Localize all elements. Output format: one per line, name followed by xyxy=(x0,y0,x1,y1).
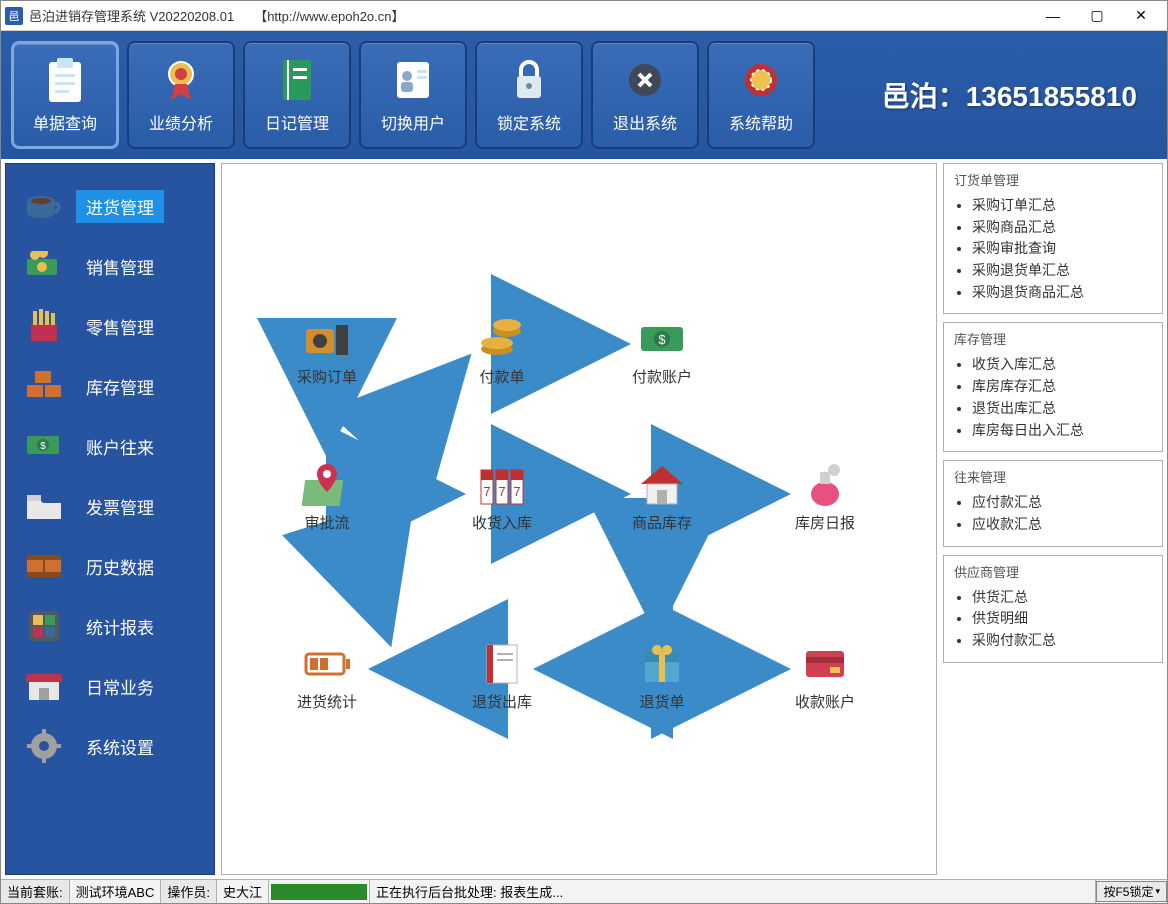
house-icon xyxy=(637,460,687,510)
node-purchase-order[interactable]: 采购订单 xyxy=(282,314,372,387)
map-pin-icon xyxy=(302,460,352,510)
gift-icon xyxy=(637,639,687,689)
medal-icon xyxy=(157,56,205,104)
rlink[interactable]: 采购退货商品汇总 xyxy=(972,282,1162,304)
money-icon xyxy=(24,246,64,286)
sidebar-item-settings[interactable]: 系统设置 xyxy=(6,716,214,776)
chip-icon xyxy=(737,56,785,104)
window-title: 邑泊进销存管理系统 V20220208.01 xyxy=(29,6,234,25)
rgroup-transaction: 往来管理 应付款汇总 应收款汇总 xyxy=(943,460,1163,546)
clipboard-icon xyxy=(41,56,89,104)
toolbar-exit-button[interactable]: 退出系统 xyxy=(591,41,699,149)
node-approval-flow[interactable]: 审批流 xyxy=(282,460,372,533)
perfume-icon xyxy=(800,460,850,510)
statusbar: 当前套账: 测试环境ABC 操作员: 史大江 正在执行后台批处理: 报表生成..… xyxy=(1,879,1167,903)
sidebar-item-history[interactable]: 历史数据 xyxy=(6,536,214,596)
node-warehouse-daily[interactable]: 库房日报 xyxy=(780,460,870,533)
bill-icon: $ xyxy=(637,314,687,364)
rlink[interactable]: 应收款汇总 xyxy=(972,514,1162,536)
svg-text:$: $ xyxy=(40,441,46,452)
status-task: 正在执行后台批处理: 报表生成... xyxy=(370,880,1096,903)
toolbar-lock-button[interactable]: 锁定系统 xyxy=(475,41,583,149)
node-goods-stock[interactable]: 商品库存 xyxy=(617,460,707,533)
status-operator-value: 史大江 xyxy=(217,880,269,903)
sidebar-item-stock[interactable]: 库存管理 xyxy=(6,356,214,416)
window-url: 【http://www.epoh2o.cn】 xyxy=(254,6,404,25)
user-badge-icon xyxy=(389,56,437,104)
titlebar: 邑 邑泊进销存管理系统 V20220208.01 【http://www.epo… xyxy=(1,1,1167,31)
rlink[interactable]: 采购审批查询 xyxy=(972,238,1162,260)
right-panel: 订货单管理 采购订单汇总 采购商品汇总 采购审批查询 采购退货单汇总 采购退货商… xyxy=(943,163,1163,875)
shop-icon xyxy=(24,666,64,706)
rlink[interactable]: 退货出库汇总 xyxy=(972,398,1162,420)
progress-bar xyxy=(271,884,367,900)
svg-text:7: 7 xyxy=(513,484,520,499)
toolbar-diary-button[interactable]: 日记管理 xyxy=(243,41,351,149)
rlink[interactable]: 采购付款汇总 xyxy=(972,630,1162,652)
book-icon xyxy=(273,56,321,104)
calendar-icon: 777 xyxy=(477,460,527,510)
rlink[interactable]: 采购退货单汇总 xyxy=(972,260,1162,282)
film-icon xyxy=(24,546,64,586)
folder-icon xyxy=(24,486,64,526)
cup-icon xyxy=(24,186,64,226)
sidebar-item-daily[interactable]: 日常业务 xyxy=(6,656,214,716)
node-receive-in[interactable]: 777 收货入库 xyxy=(457,460,547,533)
sidebar-item-account[interactable]: $ 账户往来 xyxy=(6,416,214,476)
toolbar-help-button[interactable]: 系统帮助 xyxy=(707,41,815,149)
status-account-value: 测试环境ABC xyxy=(70,880,162,903)
toolbar-query-button[interactable]: 单据查询 xyxy=(11,41,119,149)
rlink[interactable]: 库房库存汇总 xyxy=(972,376,1162,398)
status-operator-label: 操作员: xyxy=(161,880,217,903)
fries-icon xyxy=(24,306,64,346)
cash-icon: $ xyxy=(24,426,64,466)
sidebar-item-sales[interactable]: 销售管理 xyxy=(6,236,214,296)
minimize-button[interactable]: — xyxy=(1031,2,1075,30)
node-purchase-stats[interactable]: 进货统计 xyxy=(282,639,372,712)
sidebar: 进货管理 销售管理 零售管理 库存管理 $ 账户往来 发票管理 历史数据 统计报 xyxy=(5,163,215,875)
battery-icon xyxy=(302,639,352,689)
node-collect-account[interactable]: 收款账户 xyxy=(780,639,870,712)
rgroup-stock: 库存管理 收货入库汇总 库房库存汇总 退货出库汇总 库房每日出入汇总 xyxy=(943,322,1163,452)
sidebar-item-report[interactable]: 统计报表 xyxy=(6,596,214,656)
rlink[interactable]: 采购订单汇总 xyxy=(972,195,1162,217)
camera-icon xyxy=(302,314,352,364)
close-button[interactable]: ✕ xyxy=(1119,2,1163,30)
node-return-bill[interactable]: 退货单 xyxy=(617,639,707,712)
svg-text:7: 7 xyxy=(498,484,505,499)
rlink[interactable]: 供货汇总 xyxy=(972,587,1162,609)
close-circle-icon xyxy=(621,56,669,104)
brand-phone: 邑泊：13651855810 xyxy=(882,75,1157,115)
rlink[interactable]: 收货入库汇总 xyxy=(972,354,1162,376)
node-return-out[interactable]: 退货出库 xyxy=(457,639,547,712)
maximize-button[interactable]: ▢ xyxy=(1075,2,1119,30)
wallet-icon xyxy=(800,639,850,689)
lock-icon xyxy=(505,56,553,104)
coins-icon xyxy=(477,314,527,364)
app-icon: 邑 xyxy=(5,7,23,25)
node-payment-bill[interactable]: 付款单 xyxy=(457,314,547,387)
boxes-icon xyxy=(24,366,64,406)
notebook-icon xyxy=(477,639,527,689)
rlink[interactable]: 供货明细 xyxy=(972,608,1162,630)
rlink[interactable]: 应付款汇总 xyxy=(972,492,1162,514)
rgroup-supplier: 供应商管理 供货汇总 供货明细 采购付款汇总 xyxy=(943,555,1163,663)
lock-f5-button[interactable]: 按F5锁定 xyxy=(1096,881,1167,902)
calculator-icon xyxy=(24,606,64,646)
rgroup-order: 订货单管理 采购订单汇总 采购商品汇总 采购审批查询 采购退货单汇总 采购退货商… xyxy=(943,163,1163,314)
sidebar-item-purchase[interactable]: 进货管理 xyxy=(6,176,214,236)
svg-text:$: $ xyxy=(658,332,666,347)
sidebar-item-retail[interactable]: 零售管理 xyxy=(6,296,214,356)
status-account-label: 当前套账: xyxy=(1,880,70,903)
rlink[interactable]: 库房每日出入汇总 xyxy=(972,420,1162,442)
toolbar-performance-button[interactable]: 业绩分析 xyxy=(127,41,235,149)
main-toolbar: 单据查询 业绩分析 日记管理 切换用户 锁定系统 退出系统 系统帮助 xyxy=(1,31,1167,159)
svg-text:7: 7 xyxy=(483,484,490,499)
node-payment-account[interactable]: $ 付款账户 xyxy=(617,314,707,387)
sidebar-item-invoice[interactable]: 发票管理 xyxy=(6,476,214,536)
gear-icon xyxy=(24,726,64,766)
toolbar-switch-user-button[interactable]: 切换用户 xyxy=(359,41,467,149)
workflow-canvas: 采购订单 付款单 $ 付款账户 审批流 777 收货入库 商品库存 库房日报 进… xyxy=(221,163,937,875)
rlink[interactable]: 采购商品汇总 xyxy=(972,217,1162,239)
